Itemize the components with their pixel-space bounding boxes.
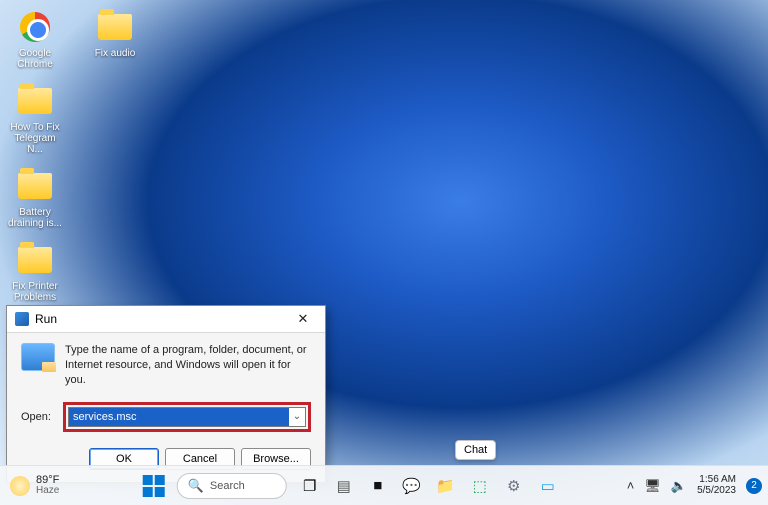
desktop-icon-label: Fix audio (95, 48, 136, 59)
run-dialog-icon (21, 343, 55, 371)
search-icon: 🔍 (188, 478, 204, 494)
network-icon[interactable]: 🖥 (644, 478, 661, 494)
pinned-app-icon[interactable]: ▤ (333, 475, 355, 497)
open-field-highlight: ⌄ (63, 402, 311, 432)
desktop-icon-label: Google Chrome (6, 48, 64, 70)
folder-icon (18, 247, 52, 273)
clock-date: 5/5/2023 (697, 486, 736, 497)
chrome-icon (20, 12, 50, 42)
notification-badge[interactable]: 2 (746, 478, 762, 494)
open-label: Open: (21, 411, 55, 423)
start-button[interactable] (143, 475, 165, 497)
chevron-down-icon[interactable]: ⌄ (289, 411, 305, 422)
close-button[interactable]: ✕ (289, 310, 317, 328)
desktop-icons: Google Chrome Fix audio How To Fix Teleg… (6, 8, 144, 303)
weather-icon (10, 476, 30, 496)
weather-condition: Haze (36, 486, 59, 496)
taskbar-clock[interactable]: 1:56 AM 5/5/2023 (697, 475, 736, 496)
desktop-icon-folder[interactable]: Battery draining is... (6, 167, 64, 229)
file-explorer-icon[interactable]: 📁 (435, 475, 457, 497)
run-description: Type the name of a program, folder, docu… (65, 343, 311, 388)
search-placeholder: Search (210, 480, 245, 492)
desktop-icon-folder[interactable]: How To Fix Telegram N... (6, 82, 64, 155)
taskbar-search[interactable]: 🔍 Search (177, 473, 287, 499)
folder-icon (18, 88, 52, 114)
run-titlebar[interactable]: Run ✕ (7, 306, 325, 333)
run-app-icon (15, 312, 29, 326)
pinned-app-icon[interactable]: ⚙ (503, 475, 525, 497)
pinned-app-icon[interactable]: ⬚ (469, 475, 491, 497)
tray-chevron-icon[interactable]: ˄ (627, 478, 635, 493)
desktop-icon-label: How To Fix Telegram N... (6, 122, 64, 155)
clock-time: 1:56 AM (697, 475, 736, 486)
chat-icon[interactable]: 💬 (401, 475, 423, 497)
desktop-icon-label: Fix Printer Problems (6, 281, 64, 303)
taskbar: 89°F Haze 🔍 Search ❐ ▤ ■ 💬 📁 ⬚ ⚙ ▭ ˄ 🖥 🔈… (0, 465, 768, 505)
folder-icon (98, 14, 132, 40)
desktop-icon-folder[interactable]: Fix Printer Problems (6, 241, 64, 303)
volume-icon[interactable]: 🔈 (671, 478, 687, 494)
desktop-icon-label: Battery draining is... (6, 207, 64, 229)
weather-widget[interactable]: 89°F Haze (0, 475, 69, 496)
run-title: Run (35, 312, 57, 326)
pinned-app-icon[interactable]: ■ (367, 475, 389, 497)
desktop-icon-chrome[interactable]: Google Chrome (6, 8, 64, 70)
open-input[interactable] (69, 408, 289, 426)
folder-icon (18, 173, 52, 199)
run-dialog: Run ✕ Type the name of a program, folder… (6, 305, 326, 483)
chat-tooltip: Chat (455, 440, 496, 460)
system-tray: ˄ 🖥 🔈 1:56 AM 5/5/2023 2 (627, 466, 762, 505)
desktop-icon-folder[interactable]: Fix audio (86, 8, 144, 70)
task-view-icon[interactable]: ❐ (299, 475, 321, 497)
pinned-app-icon[interactable]: ▭ (537, 475, 559, 497)
